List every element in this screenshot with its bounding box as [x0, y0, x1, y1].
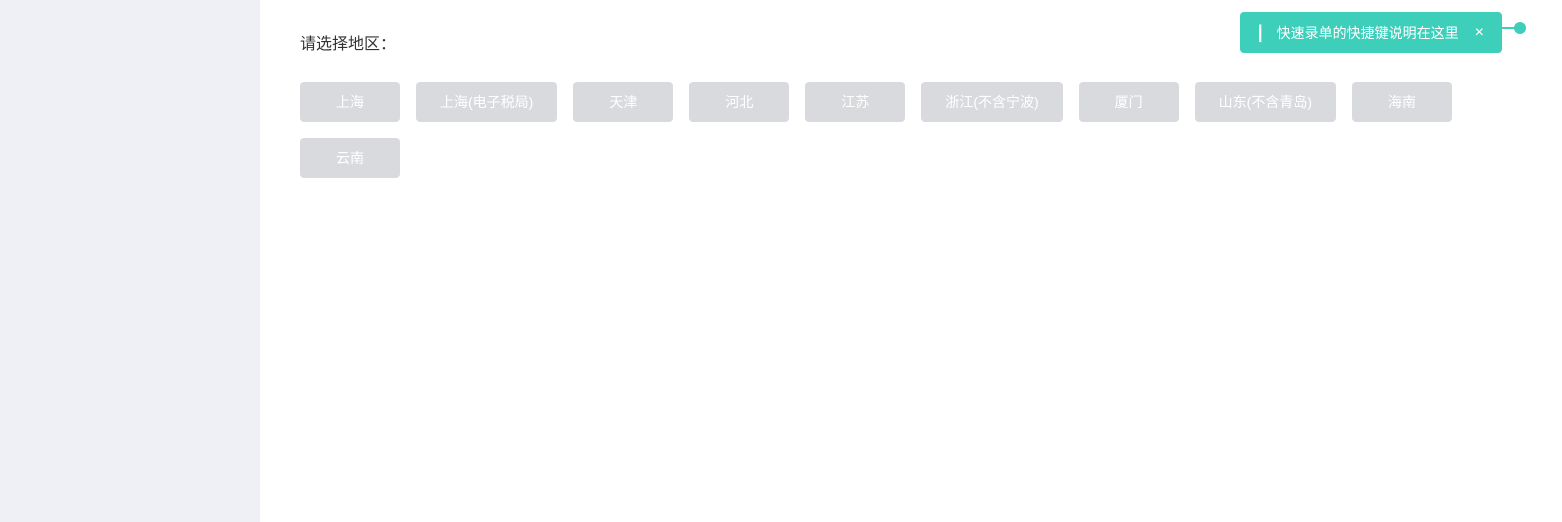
- tooltip-close-button[interactable]: ×: [1475, 24, 1484, 42]
- region-btn-hebei[interactable]: 河北: [689, 82, 789, 122]
- tooltip-banner: 快速录单的快捷键说明在这里 ×: [1240, 12, 1502, 53]
- region-btn-xiamen[interactable]: 厦门: [1079, 82, 1179, 122]
- region-btn-hainan[interactable]: 海南: [1352, 82, 1452, 122]
- tooltip-dot: [1514, 22, 1526, 34]
- region-btn-tianjin[interactable]: 天津: [573, 82, 673, 122]
- region-btn-yunnan[interactable]: 云南: [300, 138, 400, 178]
- tooltip-text: 快速录单的快捷键说明在这里: [1277, 23, 1459, 43]
- region-btn-zhejiang[interactable]: 浙江(不含宁波): [921, 82, 1062, 122]
- region-buttons: 上海上海(电子税局) 天津河北江苏浙江(不含宁波) 厦门山东(不含青岛) 海南云南: [300, 82, 1522, 178]
- region-btn-shanghai-etax[interactable]: 上海(电子税局): [416, 82, 557, 122]
- main-content: 请选择地区： 上海上海(电子税局)天津河北江苏浙江(不含宁波)厦门山东(不含青岛…: [260, 0, 1562, 522]
- region-btn-shandong[interactable]: 山东(不含青岛): [1195, 82, 1336, 122]
- region-btn-shanghai[interactable]: 上海: [300, 82, 400, 122]
- region-btn-jiangsu[interactable]: 江苏: [805, 82, 905, 122]
- sidebar: [0, 0, 260, 522]
